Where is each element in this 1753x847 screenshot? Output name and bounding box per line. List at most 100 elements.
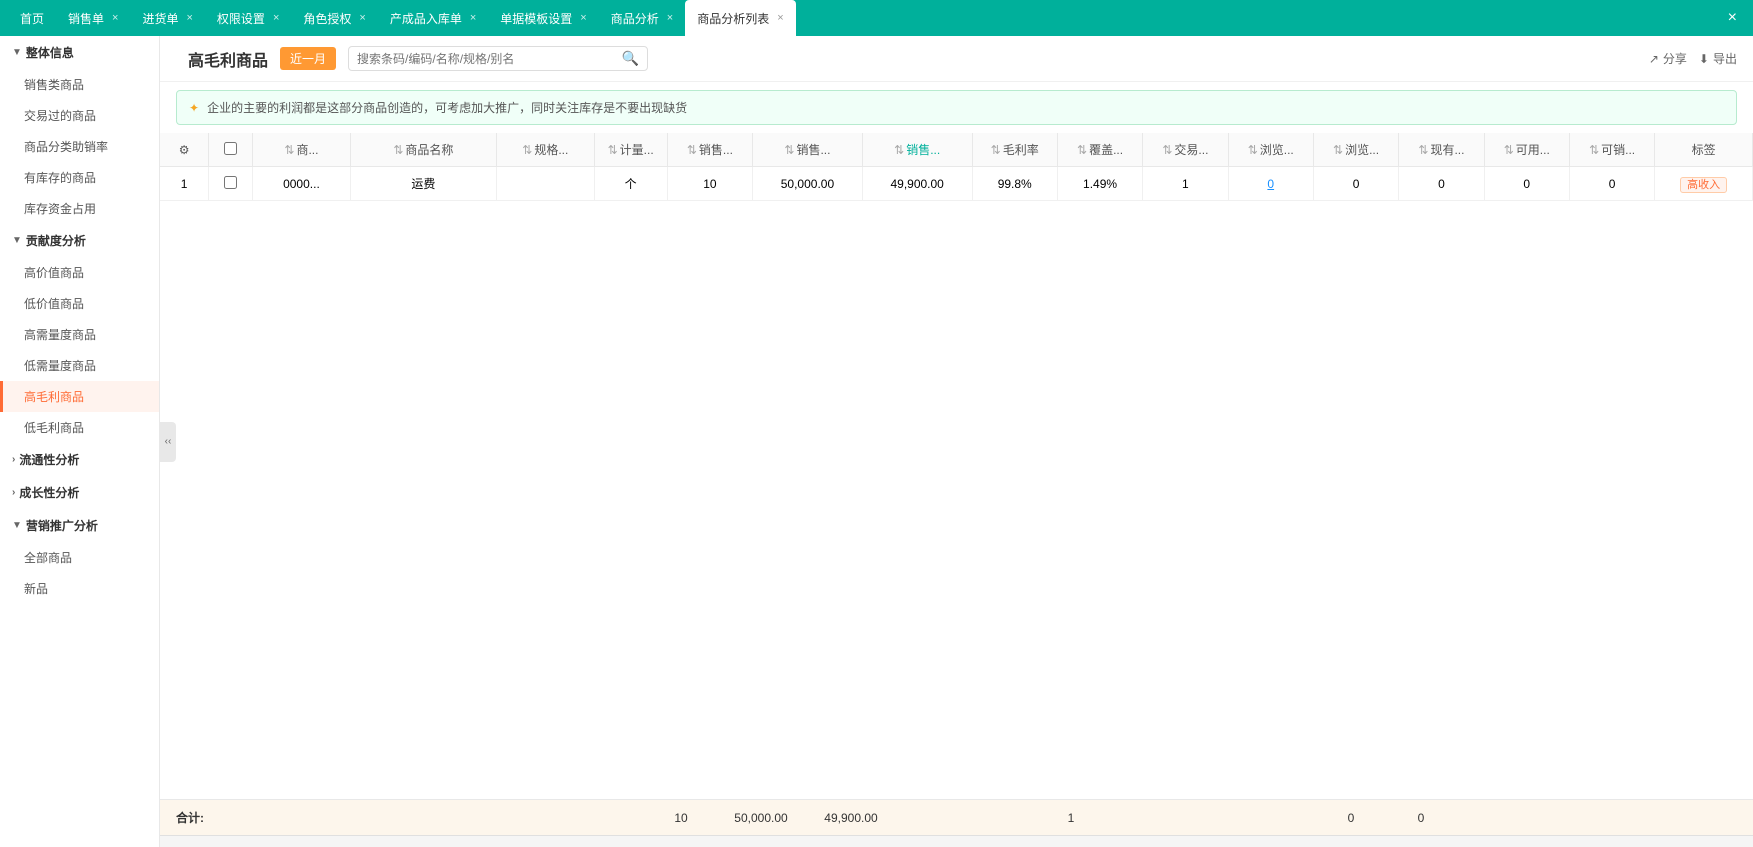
sidebar-item-category-rate[interactable]: 商品分类助销率 bbox=[0, 131, 159, 162]
th-unit[interactable]: ⇅计量... bbox=[594, 133, 667, 167]
th-name[interactable]: ⇅商品名称 bbox=[350, 133, 496, 167]
sidebar-group-marketing-label: 营销推广分析 bbox=[26, 517, 98, 534]
th-spec[interactable]: ⇅规格... bbox=[497, 133, 595, 167]
info-banner: ✦ 企业的主要的利润都是这部分商品创造的，可考虑加大推广，同时关注库存是不要出现… bbox=[176, 90, 1737, 125]
footer-spacer-tag bbox=[1456, 811, 1536, 825]
sort-icon-avail: ⇅ bbox=[1504, 143, 1514, 157]
nav-purchase-order[interactable]: 进货单 × bbox=[130, 0, 204, 36]
filter-button[interactable]: 近一月 bbox=[280, 47, 336, 70]
close-finished-goods[interactable]: × bbox=[470, 12, 476, 24]
table-row: 1 0000... 运费 个 10 50,000.00 49,900.00 99… bbox=[160, 167, 1753, 201]
cell-browse2: 0 bbox=[1313, 167, 1398, 201]
window-close-button[interactable]: × bbox=[1720, 9, 1745, 27]
sidebar-item-stock-capital[interactable]: 库存资金占用 bbox=[0, 193, 159, 224]
nav-role-auth[interactable]: 角色授权 × bbox=[291, 0, 377, 36]
footer-spacer-name bbox=[386, 811, 506, 825]
sidebar-item-high-value[interactable]: 高价值商品 bbox=[0, 257, 159, 288]
th-available[interactable]: ⇅可用... bbox=[1484, 133, 1569, 167]
nav-finished-goods[interactable]: 产成品入库单 × bbox=[378, 0, 488, 36]
close-sales-order[interactable]: × bbox=[112, 12, 118, 24]
cell-code: 0000... bbox=[253, 167, 351, 201]
arrow-overall: ▼ bbox=[12, 47, 22, 58]
footer-label: 合计: bbox=[160, 809, 270, 826]
sidebar-item-traded-goods[interactable]: 交易过的商品 bbox=[0, 100, 159, 131]
sidebar-group-contribution[interactable]: ▼ 贡献度分析 bbox=[0, 224, 159, 257]
cell-coverage: 1.49% bbox=[1057, 167, 1142, 201]
sidebar-item-all-goods[interactable]: 全部商品 bbox=[0, 542, 159, 573]
export-button[interactable]: ⬇ 导出 bbox=[1699, 50, 1737, 67]
sidebar-item-high-margin[interactable]: 高毛利商品 bbox=[0, 381, 159, 412]
close-permission-settings[interactable]: × bbox=[273, 12, 279, 24]
horizontal-scrollbar[interactable] bbox=[160, 835, 1753, 847]
sidebar-item-high-demand[interactable]: 高需量度商品 bbox=[0, 319, 159, 350]
th-sellable[interactable]: ⇅可销... bbox=[1569, 133, 1654, 167]
th-code[interactable]: ⇅商... bbox=[253, 133, 351, 167]
th-coverage[interactable]: ⇅覆盖... bbox=[1057, 133, 1142, 167]
th-browse2[interactable]: ⇅浏览... bbox=[1313, 133, 1398, 167]
search-input[interactable] bbox=[357, 52, 616, 66]
arrow-contribution: ▼ bbox=[12, 235, 22, 246]
sidebar-group-circulation-label: 流通性分析 bbox=[19, 451, 79, 468]
th-tag[interactable]: 标签 bbox=[1655, 133, 1753, 167]
nav-sales-order[interactable]: 销售单 × bbox=[56, 0, 130, 36]
cell-tag: 高收入 bbox=[1655, 167, 1753, 201]
th-sales-qty[interactable]: ⇅销售... bbox=[667, 133, 752, 167]
th-browse1[interactable]: ⇅浏览... bbox=[1228, 133, 1313, 167]
cell-browse1[interactable]: 0 bbox=[1228, 167, 1313, 201]
close-template-settings[interactable]: × bbox=[580, 12, 586, 24]
sidebar-collapse-button[interactable]: ‹‹ bbox=[160, 422, 176, 462]
sidebar-item-low-demand[interactable]: 低需量度商品 bbox=[0, 350, 159, 381]
sidebar-group-contribution-label: 贡献度分析 bbox=[26, 232, 86, 249]
th-check[interactable] bbox=[209, 133, 253, 167]
arrow-growth: › bbox=[12, 487, 15, 498]
th-trade[interactable]: ⇅交易... bbox=[1143, 133, 1228, 167]
sidebar-item-sales-goods[interactable]: 销售类商品 bbox=[0, 69, 159, 100]
nav-home[interactable]: 首页 bbox=[8, 0, 56, 36]
footer-spacer-margin bbox=[896, 811, 966, 825]
search-icon[interactable]: 🔍 bbox=[622, 50, 639, 67]
browse1-link[interactable]: 0 bbox=[1267, 177, 1274, 191]
sort-icon-spec: ⇅ bbox=[522, 143, 532, 157]
th-stock[interactable]: ⇅现有... bbox=[1399, 133, 1484, 167]
th-sales-amount[interactable]: ⇅销售... bbox=[753, 133, 863, 167]
cell-check[interactable] bbox=[209, 167, 253, 201]
nav-permission-settings[interactable]: 权限设置 × bbox=[205, 0, 291, 36]
sort-icon-cov: ⇅ bbox=[1077, 143, 1087, 157]
sidebar-item-in-stock[interactable]: 有库存的商品 bbox=[0, 162, 159, 193]
sidebar-group-marketing[interactable]: ▼ 营销推广分析 bbox=[0, 509, 159, 542]
sort-icon: ⇅ bbox=[284, 143, 294, 157]
sidebar-group-circulation[interactable]: › 流通性分析 bbox=[0, 443, 159, 476]
collapse-icon: ‹‹ bbox=[165, 436, 172, 447]
content-area: ‹‹ 高毛利商品 近一月 🔍 ↗ 分享 ⬇ 导出 ✦ bbox=[160, 36, 1753, 847]
close-purchase-order[interactable]: × bbox=[186, 12, 192, 24]
footer-total: 合计: 10 50,000.00 49,900.00 1 0 0 bbox=[160, 799, 1753, 835]
sidebar-item-low-value[interactable]: 低价值商品 bbox=[0, 288, 159, 319]
table-header-row: ⚙ ⇅商... ⇅商品名称 ⇅规格... ⇅计量... ⇅销售... ⇅销售..… bbox=[160, 133, 1753, 167]
nav-template-settings[interactable]: 单据模板设置 × bbox=[488, 0, 598, 36]
nav-product-analysis-list[interactable]: 商品分析列表 × bbox=[685, 0, 795, 36]
close-product-analysis[interactable]: × bbox=[667, 12, 673, 24]
close-product-analysis-list[interactable]: × bbox=[777, 12, 783, 24]
info-icon: ✦ bbox=[189, 101, 199, 115]
header-actions: ↗ 分享 ⬇ 导出 bbox=[1649, 50, 1737, 67]
search-box: 🔍 bbox=[348, 46, 648, 71]
table-container[interactable]: ⚙ ⇅商... ⇅商品名称 ⇅规格... ⇅计量... ⇅销售... ⇅销售..… bbox=[160, 133, 1753, 799]
footer-spacer-browse2 bbox=[1176, 811, 1246, 825]
th-settings[interactable]: ⚙ bbox=[160, 133, 209, 167]
share-button[interactable]: ↗ 分享 bbox=[1649, 50, 1687, 67]
row-checkbox[interactable] bbox=[224, 176, 237, 189]
footer-sales-qty: 10 bbox=[646, 811, 716, 825]
nav-product-analysis[interactable]: 商品分析 × bbox=[599, 0, 685, 36]
sidebar-group-growth[interactable]: › 成长性分析 bbox=[0, 476, 159, 509]
select-all-checkbox[interactable] bbox=[224, 142, 237, 155]
sidebar-item-new-goods[interactable]: 新品 bbox=[0, 573, 159, 604]
export-icon: ⬇ bbox=[1699, 52, 1709, 66]
th-gross-margin[interactable]: ⇅毛利率 bbox=[972, 133, 1057, 167]
footer-spacer-code bbox=[306, 811, 386, 825]
th-sales-profit[interactable]: ⇅销售... bbox=[862, 133, 972, 167]
sidebar-item-low-margin[interactable]: 低毛利商品 bbox=[0, 412, 159, 443]
page-title: 高毛利商品 bbox=[188, 47, 268, 71]
sidebar-group-overall[interactable]: ▼ 整体信息 bbox=[0, 36, 159, 69]
close-role-auth[interactable]: × bbox=[359, 12, 365, 24]
cell-stock: 0 bbox=[1399, 167, 1484, 201]
